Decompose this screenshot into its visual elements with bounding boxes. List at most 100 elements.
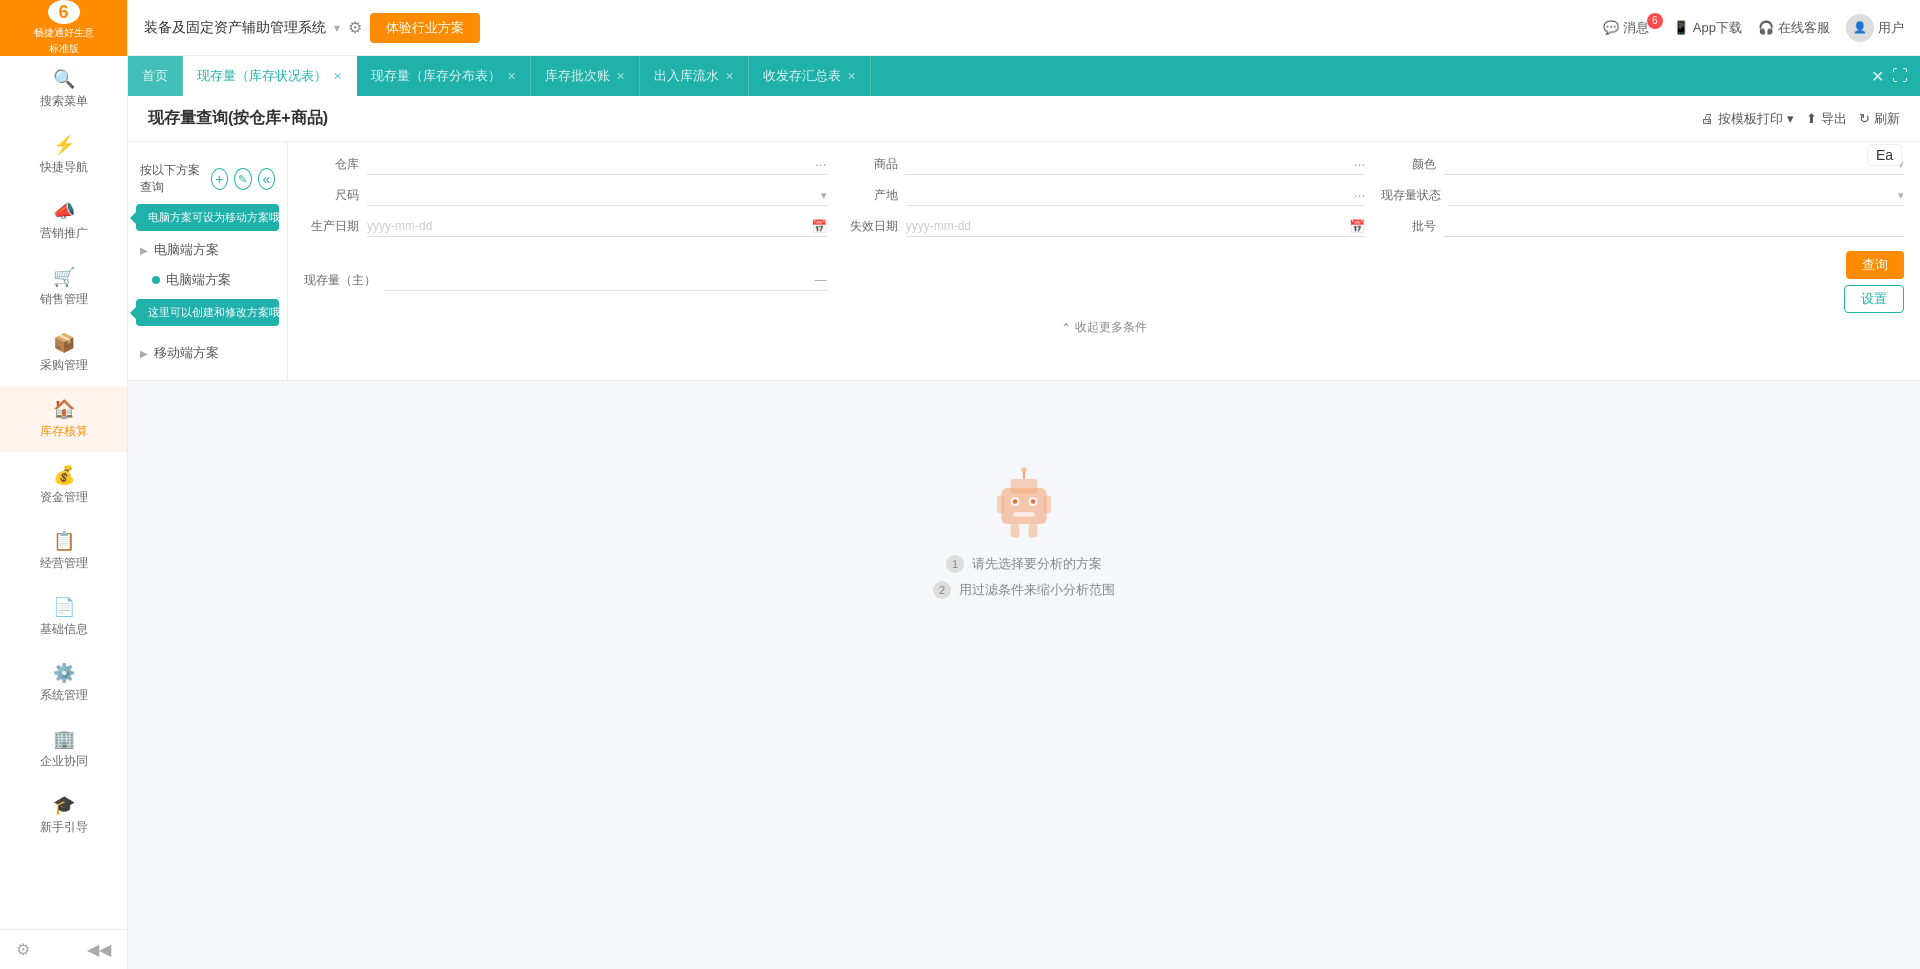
sidebar-item-guide[interactable]: 🎓 新手引导 [0, 782, 127, 848]
sidebar-item-system[interactable]: ⚙️ 系统管理 [0, 650, 127, 716]
svg-rect-6 [1013, 512, 1035, 517]
stock-status-arrow-icon: ▾ [1898, 189, 1904, 202]
tooltip-edit: 这里可以创建和修改方案哦 ✕ [136, 299, 279, 326]
goods-field: 商品 ··· [843, 154, 1366, 175]
svg-point-5 [1031, 499, 1036, 504]
goods-input[interactable] [906, 154, 1354, 174]
stock-main-input-wrap: — [384, 270, 827, 291]
scheme-pc-child[interactable]: 电脑端方案 [128, 265, 287, 295]
user-menu[interactable]: 👤 用户 [1846, 14, 1904, 42]
tab-home[interactable]: 首页 [128, 56, 183, 96]
tab-receive-send[interactable]: 收发存汇总表 ✕ [749, 56, 871, 96]
expiry-date-input[interactable] [906, 216, 1350, 236]
refresh-icon: ↻ [1859, 111, 1870, 126]
app-download-button[interactable]: 📱 App下载 [1673, 19, 1742, 37]
filter-right: 仓库 ··· 商品 ··· 颜色 [288, 142, 1920, 380]
sidebar-item-purchase[interactable]: 📦 采购管理 [0, 320, 127, 386]
collapse-row: ⌃ 收起更多条件 [304, 313, 1904, 342]
origin-input[interactable] [906, 185, 1354, 205]
basic-icon: 📄 [53, 596, 75, 618]
sales-icon: 🛒 [53, 266, 75, 288]
scheme-pc-label: 电脑端方案 [154, 241, 219, 259]
enterprise-icon: 🏢 [53, 728, 75, 750]
filter-label: 按以下方案查询 [140, 162, 205, 196]
tab-in-out-flow[interactable]: 出入库流水 ✕ [640, 56, 749, 96]
warehouse-field: 仓库 ··· [304, 154, 827, 175]
scheme-panel: 按以下方案查询 + ✎ « 电脑方案可设为移动方案哦 ✕ ▶ 电脑端方案 电脑端… [128, 142, 288, 380]
production-date-field: 生产日期 📅 [304, 216, 827, 237]
export-icon: ⬆ [1806, 111, 1817, 126]
close-tab-receive-send-icon[interactable]: ✕ [847, 70, 856, 83]
logo-icon: 6 [48, 0, 80, 24]
sidebar-item-quick[interactable]: ⚡ 快捷导航 [0, 122, 127, 188]
settings-icon[interactable]: ⚙ [16, 940, 30, 959]
color-field: 颜色 ▾ [1381, 154, 1904, 175]
scheme-mobile[interactable]: ▶ 移动端方案 [128, 338, 287, 368]
close-tab-inventory-batch-icon[interactable]: ✕ [616, 70, 625, 83]
phone-icon: 📱 [1673, 20, 1689, 35]
expand-tab-button[interactable]: ⛶ [1892, 67, 1908, 85]
scheme-pc[interactable]: ▶ 电脑端方案 [128, 235, 287, 265]
stock-status-input[interactable] [1449, 185, 1898, 205]
sidebar-item-finance[interactable]: 💰 资金管理 [0, 452, 127, 518]
color-input[interactable] [1444, 154, 1898, 174]
topbar-settings-icon[interactable]: ⚙ [348, 18, 362, 37]
back-scheme-button[interactable]: « [258, 168, 275, 190]
close-tab-inventory-status-icon[interactable]: ✕ [333, 70, 342, 83]
svg-point-12 [1021, 467, 1026, 472]
sidebar-item-basic[interactable]: 📄 基础信息 [0, 584, 127, 650]
operation-icon: 📋 [53, 530, 75, 552]
expiry-date-cal-icon[interactable]: 📅 [1349, 219, 1365, 234]
page-content: 现存量查询(按仓库+商品) 🖨 按模板打印 ▾ ⬆ 导出 ↻ 刷新 [128, 96, 1920, 969]
add-scheme-button[interactable]: + [211, 168, 228, 190]
notice-icon: 💬 [1603, 20, 1619, 35]
edit-scheme-button[interactable]: ✎ [234, 168, 251, 190]
system-title: 装备及固定资产辅助管理系统 [144, 19, 326, 37]
warehouse-ellipsis-icon[interactable]: ··· [815, 156, 827, 172]
page-header-actions: 🖨 按模板打印 ▾ ⬆ 导出 ↻ 刷新 [1701, 110, 1900, 128]
empty-text-1: 请先选择要分析的方案 [972, 555, 1102, 573]
search-button[interactable]: 查询 [1846, 251, 1904, 279]
tab-inventory-batch[interactable]: 库存批次账 ✕ [531, 56, 640, 96]
sidebar-item-search[interactable]: 🔍 搜索菜单 [0, 56, 127, 122]
production-date-cal-icon[interactable]: 📅 [811, 219, 827, 234]
scheme-mobile-label: 移动端方案 [154, 344, 219, 362]
tab-inventory-dist[interactable]: 现存量（库存分布表） ✕ [357, 56, 531, 96]
sidebar-item-enterprise[interactable]: 🏢 企业协同 [0, 716, 127, 782]
batch-no-input-wrap [1444, 216, 1904, 237]
sidebar-item-marketing[interactable]: 📣 营销推广 [0, 188, 127, 254]
tab-inventory-status[interactable]: 现存量（库存状况表） ✕ [183, 56, 357, 96]
collapse-button[interactable]: ⌃ 收起更多条件 [1061, 319, 1147, 336]
close-tab-in-out-flow-icon[interactable]: ✕ [725, 70, 734, 83]
size-input[interactable] [367, 185, 821, 205]
export-button[interactable]: ⬆ 导出 [1806, 110, 1847, 128]
collapse-up-icon: ⌃ [1061, 321, 1071, 335]
refresh-button[interactable]: ↻ 刷新 [1859, 110, 1900, 128]
trial-button[interactable]: 体验行业方案 [370, 13, 480, 43]
finance-icon: 💰 [53, 464, 75, 486]
notice-button[interactable]: 💬 消息 6 [1603, 19, 1657, 37]
production-date-input[interactable] [367, 216, 811, 236]
print-button[interactable]: 🖨 按模板打印 ▾ [1701, 110, 1794, 128]
empty-hint-1: 1 请先选择要分析的方案 [946, 555, 1102, 573]
color-input-wrap: ▾ [1444, 154, 1904, 175]
origin-ellipsis-icon[interactable]: ··· [1354, 187, 1366, 203]
goods-ellipsis-icon[interactable]: ··· [1354, 156, 1366, 172]
close-all-tabs-button[interactable]: ✕ [1871, 67, 1884, 86]
batch-no-input[interactable] [1444, 216, 1904, 236]
sidebar-item-operation[interactable]: 📋 经营管理 [0, 518, 127, 584]
print-icon: 🖨 [1701, 111, 1714, 126]
sidebar-item-sales[interactable]: 🛒 销售管理 [0, 254, 127, 320]
close-tooltip-pc-button[interactable]: ✕ [288, 211, 298, 225]
sidebar-item-inventory[interactable]: 🏠 库存核算 [0, 386, 127, 452]
size-field: 尺码 ▾ [304, 185, 827, 206]
close-tooltip-edit-button[interactable]: ✕ [288, 306, 298, 320]
topbar-right: 💬 消息 6 📱 App下载 🎧 在线客服 👤 用户 [1603, 14, 1904, 42]
collapse-sidebar-icon[interactable]: ◀◀ [87, 940, 111, 959]
reset-button[interactable]: 设置 [1844, 285, 1904, 313]
stock-main-input[interactable] [384, 270, 815, 290]
close-tab-inventory-dist-icon[interactable]: ✕ [507, 70, 516, 83]
topbar-left: 装备及固定资产辅助管理系统 ▾ ⚙ 体验行业方案 [144, 13, 480, 43]
warehouse-input[interactable] [367, 154, 815, 174]
online-service-button[interactable]: 🎧 在线客服 [1758, 19, 1830, 37]
